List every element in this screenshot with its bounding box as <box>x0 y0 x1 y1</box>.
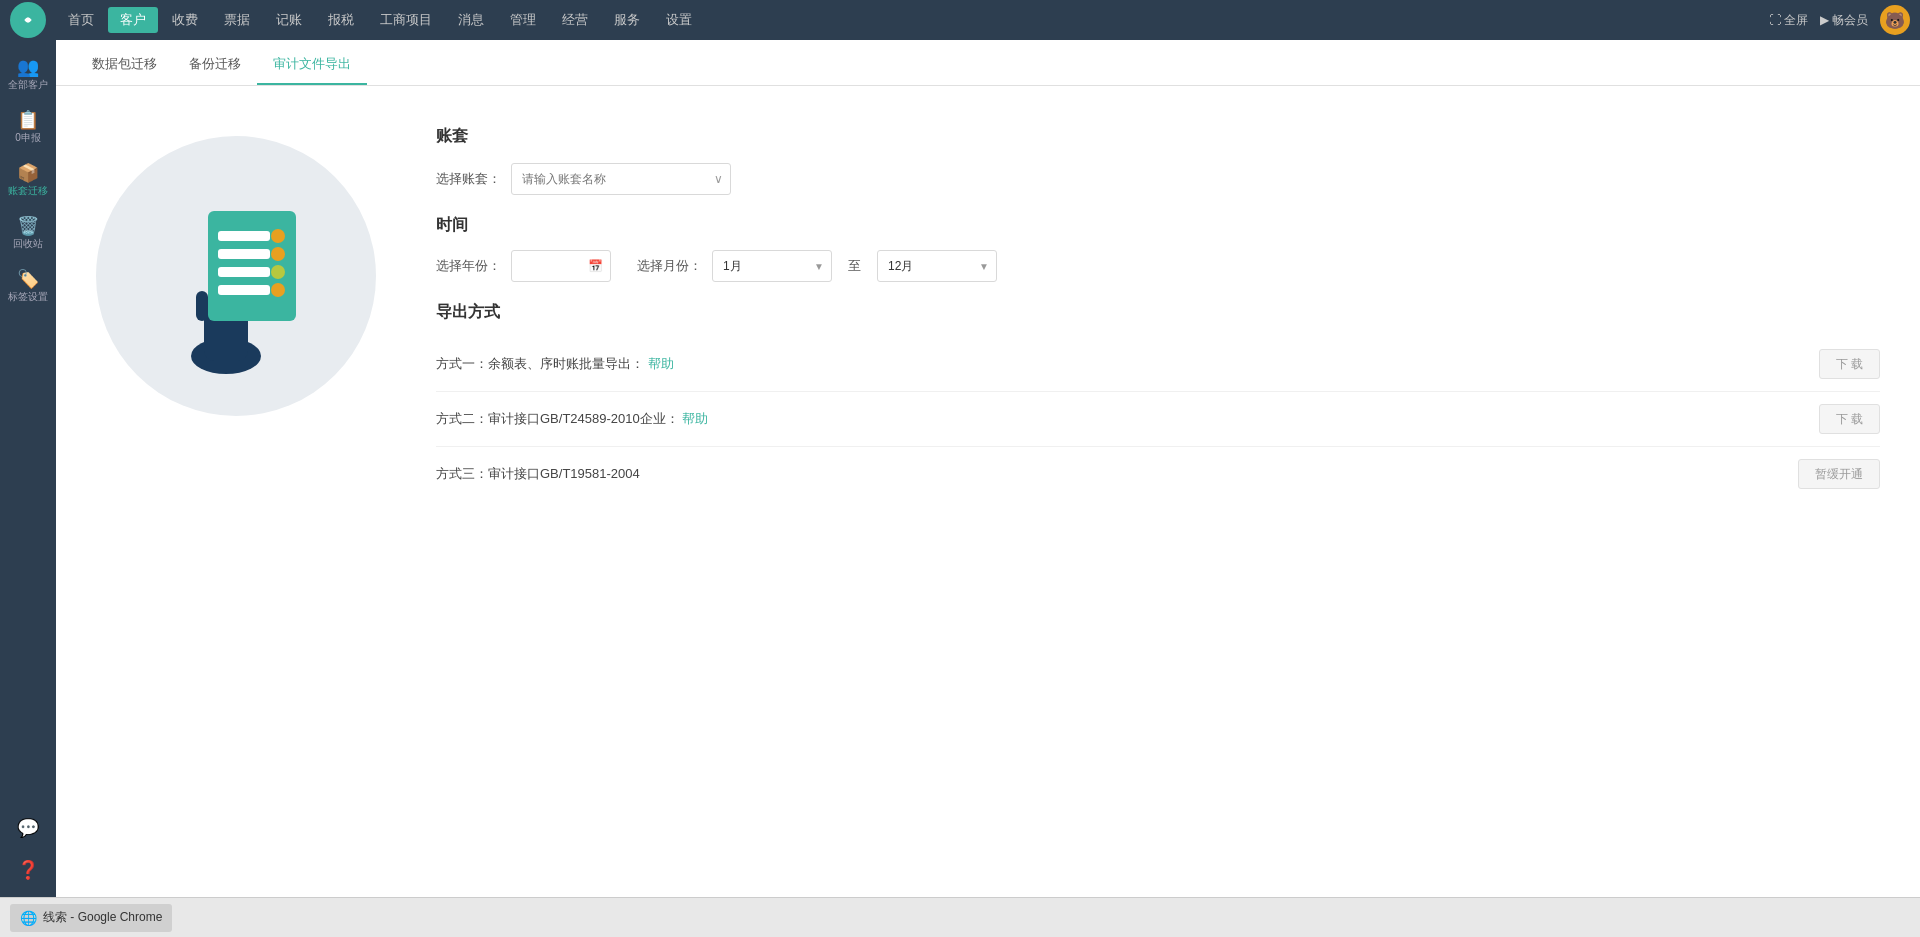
export-section-title: 导出方式 <box>436 302 1880 323</box>
left-sidebar: 👥 全部客户 📋 0申报 📦 账套迁移 🗑️ 回收站 🏷️ 标签设置 💬 ❓ <box>0 40 56 897</box>
recycle-label: 回收站 <box>13 238 43 250</box>
chrome-icon: 🌐 <box>20 910 37 926</box>
sidebar-item-account-migrate[interactable]: 📦 账套迁移 <box>3 156 53 205</box>
account-section-title: 账套 <box>436 126 1880 147</box>
top-nav-right: ⛶ 全屏 ▶ 畅会员 🐻 <box>1769 5 1910 35</box>
zero-declare-label: 0申报 <box>15 132 41 144</box>
nav-message[interactable]: 消息 <box>446 7 496 33</box>
svg-rect-3 <box>196 291 208 321</box>
sidebar-item-all-customers[interactable]: 👥 全部客户 <box>3 50 53 99</box>
illustration-circle <box>96 136 376 416</box>
fullscreen-label: 全屏 <box>1784 12 1808 29</box>
time-form-row: 选择年份： 2023 📅 选择月份： 1月2月3月4月 5月6月7月8月 9月1… <box>436 250 1880 282</box>
method-2-help-link[interactable]: 帮助 <box>682 411 708 426</box>
time-section-title: 时间 <box>436 215 1880 236</box>
nav-business[interactable]: 工商项目 <box>368 7 444 33</box>
top-nav: 首页 客户 收费 票据 记账 报税 工商项目 消息 管理 经营 服务 设置 ⛶ … <box>0 0 1920 40</box>
method-3-label: 方式三：审计接口GB/T19581-2004 <box>436 465 640 483</box>
year-input-wrap: 2023 📅 <box>511 250 611 282</box>
tag-settings-label: 标签设置 <box>8 291 48 303</box>
feedback-icon[interactable]: 💬 <box>11 811 45 845</box>
svg-point-16 <box>271 283 285 297</box>
svg-point-14 <box>271 247 285 261</box>
all-customers-icon: 👥 <box>17 58 39 76</box>
method-3-open-btn[interactable]: 暂缓开通 <box>1798 459 1880 489</box>
sidebar-item-zero-declare[interactable]: 📋 0申报 <box>3 103 53 152</box>
nav-customer[interactable]: 客户 <box>108 7 158 33</box>
svg-rect-8 <box>208 211 296 321</box>
form-area: 账套 选择账套： ∨ 时间 选择年份： 2023 📅 选择月份 <box>436 116 1880 867</box>
month-end-wrap: 1月2月3月4月 5月6月7月8月 9月10月11月 12月 ▼ <box>877 250 997 282</box>
nav-items: 首页 客户 收费 票据 记账 报税 工商项目 消息 管理 经营 服务 设置 <box>56 7 1769 33</box>
tag-settings-icon: 🏷️ <box>17 270 39 288</box>
account-input[interactable] <box>511 163 731 195</box>
method-1-help-link[interactable]: 帮助 <box>648 356 674 371</box>
method-row-1: 方式一：余额表、序时账批量导出： 帮助 下 载 <box>436 337 1880 392</box>
vip-label: 畅会员 <box>1832 12 1868 29</box>
sidebar-item-recycle[interactable]: 🗑️ 回收站 <box>3 209 53 258</box>
help-icon[interactable]: ❓ <box>11 853 45 887</box>
tabs-bar: 数据包迁移 备份迁移 审计文件导出 <box>56 40 1920 86</box>
method-2-download-btn[interactable]: 下 载 <box>1819 404 1880 434</box>
method-3-text: 方式三：审计接口GB/T19581-2004 <box>436 466 640 481</box>
user-avatar[interactable]: 🐻 <box>1880 5 1910 35</box>
method-2-label: 方式二：审计接口GB/T24589-2010企业： 帮助 <box>436 410 708 428</box>
nav-manage[interactable]: 管理 <box>498 7 548 33</box>
month-end-select[interactable]: 1月2月3月4月 5月6月7月8月 9月10月11月 12月 <box>877 250 997 282</box>
app-logo[interactable] <box>10 2 46 38</box>
vip-icon: ▶ <box>1820 13 1829 27</box>
all-customers-label: 全部客户 <box>8 79 48 91</box>
fullscreen-button[interactable]: ⛶ 全屏 <box>1769 12 1808 29</box>
month-label: 选择月份： <box>637 257 702 275</box>
zero-declare-icon: 📋 <box>17 111 39 129</box>
nav-settings[interactable]: 设置 <box>654 7 704 33</box>
page-content: 账套 选择账套： ∨ 时间 选择年份： 2023 📅 选择月份 <box>56 86 1920 897</box>
svg-rect-10 <box>218 249 270 259</box>
sidebar-bottom: 💬 ❓ <box>11 811 45 887</box>
recycle-icon: 🗑️ <box>17 217 39 235</box>
account-form-row: 选择账套： ∨ <box>436 163 1880 195</box>
time-separator: 至 <box>848 257 861 275</box>
svg-rect-11 <box>218 267 270 277</box>
tab-backup-migrate[interactable]: 备份迁移 <box>173 45 257 85</box>
illustration-wrap <box>96 116 376 867</box>
sidebar-item-tag-settings[interactable]: 🏷️ 标签设置 <box>3 262 53 311</box>
method-row-3: 方式三：审计接口GB/T19581-2004 暂缓开通 <box>436 447 1880 501</box>
method-row-2: 方式二：审计接口GB/T24589-2010企业： 帮助 下 载 <box>436 392 1880 447</box>
svg-point-15 <box>271 265 285 279</box>
svg-rect-12 <box>218 285 270 295</box>
nav-service[interactable]: 服务 <box>602 7 652 33</box>
month-start-select[interactable]: 1月2月3月4月 5月6月7月8月 9月10月11月12月 <box>712 250 832 282</box>
taskbar-chrome-item[interactable]: 🌐 线索 - Google Chrome <box>10 904 172 932</box>
content-area: 数据包迁移 备份迁移 审计文件导出 <box>56 40 1920 897</box>
nav-tax[interactable]: 报税 <box>316 7 366 33</box>
account-input-wrap: ∨ <box>511 163 731 195</box>
nav-bookkeeping[interactable]: 记账 <box>264 7 314 33</box>
method-1-label: 方式一：余额表、序时账批量导出： 帮助 <box>436 355 674 373</box>
nav-operation[interactable]: 经营 <box>550 7 600 33</box>
tab-data-migrate[interactable]: 数据包迁移 <box>76 45 173 85</box>
method-2-text: 方式二：审计接口GB/T24589-2010企业： <box>436 411 679 426</box>
illustration-svg <box>136 171 336 381</box>
account-migrate-label: 账套迁移 <box>8 185 48 197</box>
nav-home[interactable]: 首页 <box>56 7 106 33</box>
taskbar-chrome-label: 线索 - Google Chrome <box>43 909 162 926</box>
svg-point-13 <box>271 229 285 243</box>
nav-billing[interactable]: 收费 <box>160 7 210 33</box>
main-layout: 👥 全部客户 📋 0申报 📦 账套迁移 🗑️ 回收站 🏷️ 标签设置 💬 ❓ 数… <box>0 40 1920 897</box>
vip-button[interactable]: ▶ 畅会员 <box>1820 12 1868 29</box>
fullscreen-icon: ⛶ <box>1769 13 1781 27</box>
year-label: 选择年份： <box>436 257 501 275</box>
taskbar: 🌐 线索 - Google Chrome <box>0 897 1920 937</box>
account-label: 选择账套： <box>436 170 501 188</box>
svg-rect-9 <box>218 231 270 241</box>
year-input[interactable]: 2023 <box>511 250 611 282</box>
method-1-text: 方式一：余额表、序时账批量导出： <box>436 356 644 371</box>
nav-invoice[interactable]: 票据 <box>212 7 262 33</box>
account-migrate-icon: 📦 <box>17 164 39 182</box>
tab-audit-export[interactable]: 审计文件导出 <box>257 45 367 85</box>
month-start-wrap: 1月2月3月4月 5月6月7月8月 9月10月11月12月 ▼ <box>712 250 832 282</box>
method-1-download-btn[interactable]: 下 载 <box>1819 349 1880 379</box>
